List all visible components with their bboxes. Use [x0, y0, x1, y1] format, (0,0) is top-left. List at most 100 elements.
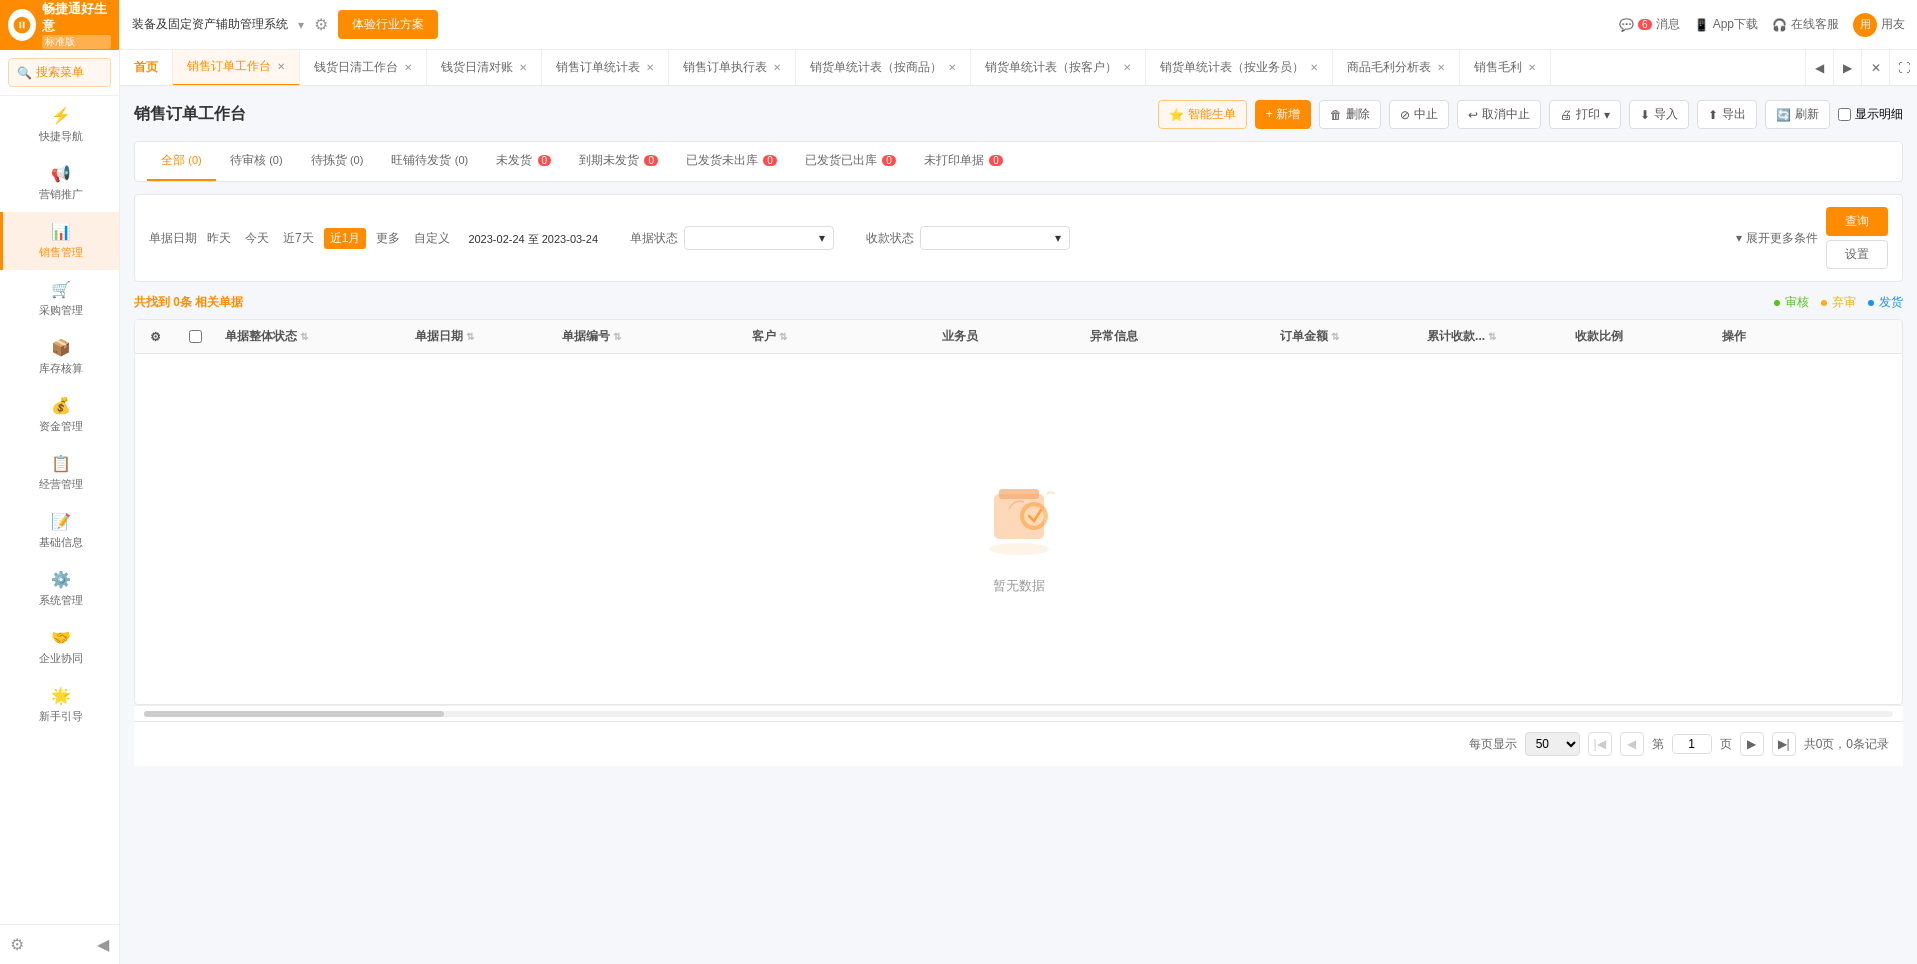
- th-date[interactable]: 单据日期 ⇅: [405, 328, 552, 345]
- cancel-stop-btn[interactable]: ↩ 取消中止: [1457, 100, 1541, 129]
- search-menu-button[interactable]: 🔍 搜索菜单: [8, 58, 111, 87]
- sidebar-item-system[interactable]: ⚙️ 系统管理: [0, 560, 119, 618]
- sidebar-item-quick-nav[interactable]: ⚡ 快捷导航: [0, 96, 119, 154]
- tab-close-icon-3[interactable]: ✕: [519, 62, 527, 73]
- tab-close-icon-6[interactable]: ✕: [948, 62, 956, 73]
- set-btn[interactable]: 设置: [1826, 240, 1888, 269]
- first-page-btn[interactable]: |◀: [1588, 732, 1612, 756]
- industry-solution-button[interactable]: 体验行业方案: [338, 10, 438, 39]
- scroll-thumb[interactable]: [144, 711, 444, 717]
- settings-bottom-btn[interactable]: ⚙: [10, 935, 24, 954]
- sidebar-item-basic[interactable]: 📝 基础信息: [0, 502, 119, 560]
- query-btn[interactable]: 查询: [1826, 207, 1888, 236]
- sidebar-item-guide[interactable]: 🌟 新手引导: [0, 676, 119, 734]
- tab-sales-exec[interactable]: 销售订单执行表 ✕: [669, 50, 796, 86]
- th-amount[interactable]: 订单金额 ⇅: [1270, 328, 1417, 345]
- per-page-select[interactable]: 50 20 100: [1525, 732, 1580, 756]
- reject-btn[interactable]: 弃审: [1821, 294, 1856, 311]
- th-settings[interactable]: ⚙: [135, 330, 175, 344]
- sidebar-item-operations[interactable]: 📋 经营管理: [0, 444, 119, 502]
- stop-btn[interactable]: ⊘ 中止: [1389, 100, 1449, 129]
- sidebar-item-marketing[interactable]: 📢 营销推广: [0, 154, 119, 212]
- filter-tab-not-shipped[interactable]: 未发货 0: [482, 142, 565, 181]
- tab-sales-workbench[interactable]: 销售订单工作台 ✕: [173, 50, 300, 86]
- filter-tab-pending-review[interactable]: 待审核 (0): [216, 142, 297, 181]
- message-btn[interactable]: 💬 6 消息: [1619, 16, 1680, 33]
- import-btn[interactable]: ⬇ 导入: [1629, 100, 1689, 129]
- tab-scroll-right-btn[interactable]: ▶: [1833, 50, 1861, 86]
- next-page-btn[interactable]: ▶: [1740, 732, 1764, 756]
- date-option-1month[interactable]: 近1月: [324, 228, 367, 249]
- online-service-btn[interactable]: 🎧 在线客服: [1772, 16, 1839, 33]
- delete-btn[interactable]: 🗑 删除: [1319, 100, 1381, 129]
- tab-sales-more[interactable]: 销售毛利 ✕: [1460, 50, 1551, 86]
- th-collected[interactable]: 累计收款... ⇅: [1417, 328, 1564, 345]
- sidebar-item-finance[interactable]: 💰 资金管理: [0, 386, 119, 444]
- filter-tab-pending-inspect[interactable]: 待拣货 (0): [297, 142, 378, 181]
- refresh-btn[interactable]: 🔄 刷新: [1765, 100, 1830, 129]
- th-ratio[interactable]: 收款比例: [1565, 328, 1712, 345]
- th-status[interactable]: 单据整体状态 ⇅: [215, 328, 405, 345]
- date-option-custom[interactable]: 自定义: [410, 228, 454, 249]
- tab-sales-stats[interactable]: 销售订单统计表 ✕: [542, 50, 669, 86]
- prev-page-btn[interactable]: ◀: [1620, 732, 1644, 756]
- tab-expand-btn[interactable]: ⛶: [1889, 50, 1917, 86]
- ai-generate-btn[interactable]: ⭐ 智能生单: [1158, 100, 1247, 129]
- tab-close-icon-4[interactable]: ✕: [646, 62, 654, 73]
- ship-btn[interactable]: 发货: [1868, 294, 1903, 311]
- print-btn[interactable]: 🖨 打印 ▾: [1549, 100, 1621, 129]
- date-option-today[interactable]: 今天: [241, 228, 273, 249]
- sidebar-item-purchase[interactable]: 🛒 采购管理: [0, 270, 119, 328]
- approve-btn[interactable]: 审核: [1774, 294, 1809, 311]
- select-all-checkbox[interactable]: [189, 330, 202, 343]
- date-option-yesterday[interactable]: 昨天: [203, 228, 235, 249]
- payment-select[interactable]: ▾: [920, 226, 1070, 250]
- filter-tab-overdue-ship[interactable]: 到期未发货 0: [565, 142, 672, 181]
- tab-sales-staff[interactable]: 销货单统计表（按业务员） ✕: [1146, 50, 1333, 86]
- filter-tab-shipped-out[interactable]: 已发货已出库 0: [791, 142, 910, 181]
- date-option-7days[interactable]: 近7天: [279, 228, 318, 249]
- app-download-btn[interactable]: 📱 App下载: [1694, 16, 1758, 33]
- horizontal-scrollbar[interactable]: [144, 711, 1893, 717]
- collapse-btn[interactable]: ◀: [97, 935, 109, 954]
- app-title-dropdown-arrow[interactable]: ▾: [298, 18, 304, 32]
- date-option-more[interactable]: 更多: [372, 228, 404, 249]
- tab-cash-goods[interactable]: 钱货日清对账 ✕: [427, 50, 542, 86]
- tab-sales-product[interactable]: 销货单统计表（按商品） ✕: [796, 50, 971, 86]
- status-select[interactable]: ▾: [684, 226, 834, 250]
- tab-scroll-left-btn[interactable]: ◀: [1805, 50, 1833, 86]
- sidebar-item-corp[interactable]: 🤝 企业协同: [0, 618, 119, 676]
- filter-tab-shipped-not-out[interactable]: 已发货未出库 0: [672, 142, 791, 181]
- tab-close-icon-7[interactable]: ✕: [1123, 62, 1131, 73]
- tab-sales-customer[interactable]: 销货单统计表（按客户） ✕: [971, 50, 1146, 86]
- settings-gear-icon[interactable]: ⚙: [314, 15, 328, 34]
- tab-close-icon[interactable]: ✕: [277, 61, 285, 72]
- filter-tab-not-printed[interactable]: 未打印单据 0: [910, 142, 1017, 181]
- tab-home[interactable]: 首页: [120, 50, 173, 86]
- last-page-btn[interactable]: ▶|: [1772, 732, 1796, 756]
- page-input[interactable]: [1672, 734, 1712, 754]
- user-menu[interactable]: 用 用友: [1853, 13, 1905, 37]
- tab-close-icon-10[interactable]: ✕: [1528, 62, 1536, 73]
- tab-cash-daily[interactable]: 钱货日清工作台 ✕: [300, 50, 427, 86]
- tab-close-all-btn[interactable]: ✕: [1861, 50, 1889, 86]
- filter-tab-all[interactable]: 全部 (0): [147, 142, 216, 181]
- show-detail-checkbox[interactable]: [1838, 108, 1851, 121]
- th-salesman[interactable]: 业务员: [932, 328, 1079, 345]
- tab-sales-margin[interactable]: 商品毛利分析表 ✕: [1333, 50, 1460, 86]
- th-checkbox[interactable]: [175, 330, 215, 343]
- expand-filter-btn[interactable]: ▾ 展开更多条件: [1736, 230, 1818, 247]
- sidebar-item-sales[interactable]: 📊 销售管理: [0, 212, 119, 270]
- sidebar-label-quick-nav: 快捷导航: [39, 129, 83, 144]
- th-number[interactable]: 单据编号 ⇅: [552, 328, 742, 345]
- tab-close-icon-9[interactable]: ✕: [1437, 62, 1445, 73]
- tab-close-icon-2[interactable]: ✕: [404, 62, 412, 73]
- export-btn[interactable]: ⬆ 导出: [1697, 100, 1757, 129]
- tab-close-icon-5[interactable]: ✕: [773, 62, 781, 73]
- tab-close-icon-8[interactable]: ✕: [1310, 62, 1318, 73]
- th-customer[interactable]: 客户 ⇅: [742, 328, 932, 345]
- add-btn[interactable]: + 新增: [1255, 100, 1311, 129]
- sidebar-item-inventory[interactable]: 📦 库存核算: [0, 328, 119, 386]
- filter-tab-wangpu[interactable]: 旺铺待发货 (0): [377, 142, 482, 181]
- th-abnormal[interactable]: 异常信息: [1080, 328, 1270, 345]
